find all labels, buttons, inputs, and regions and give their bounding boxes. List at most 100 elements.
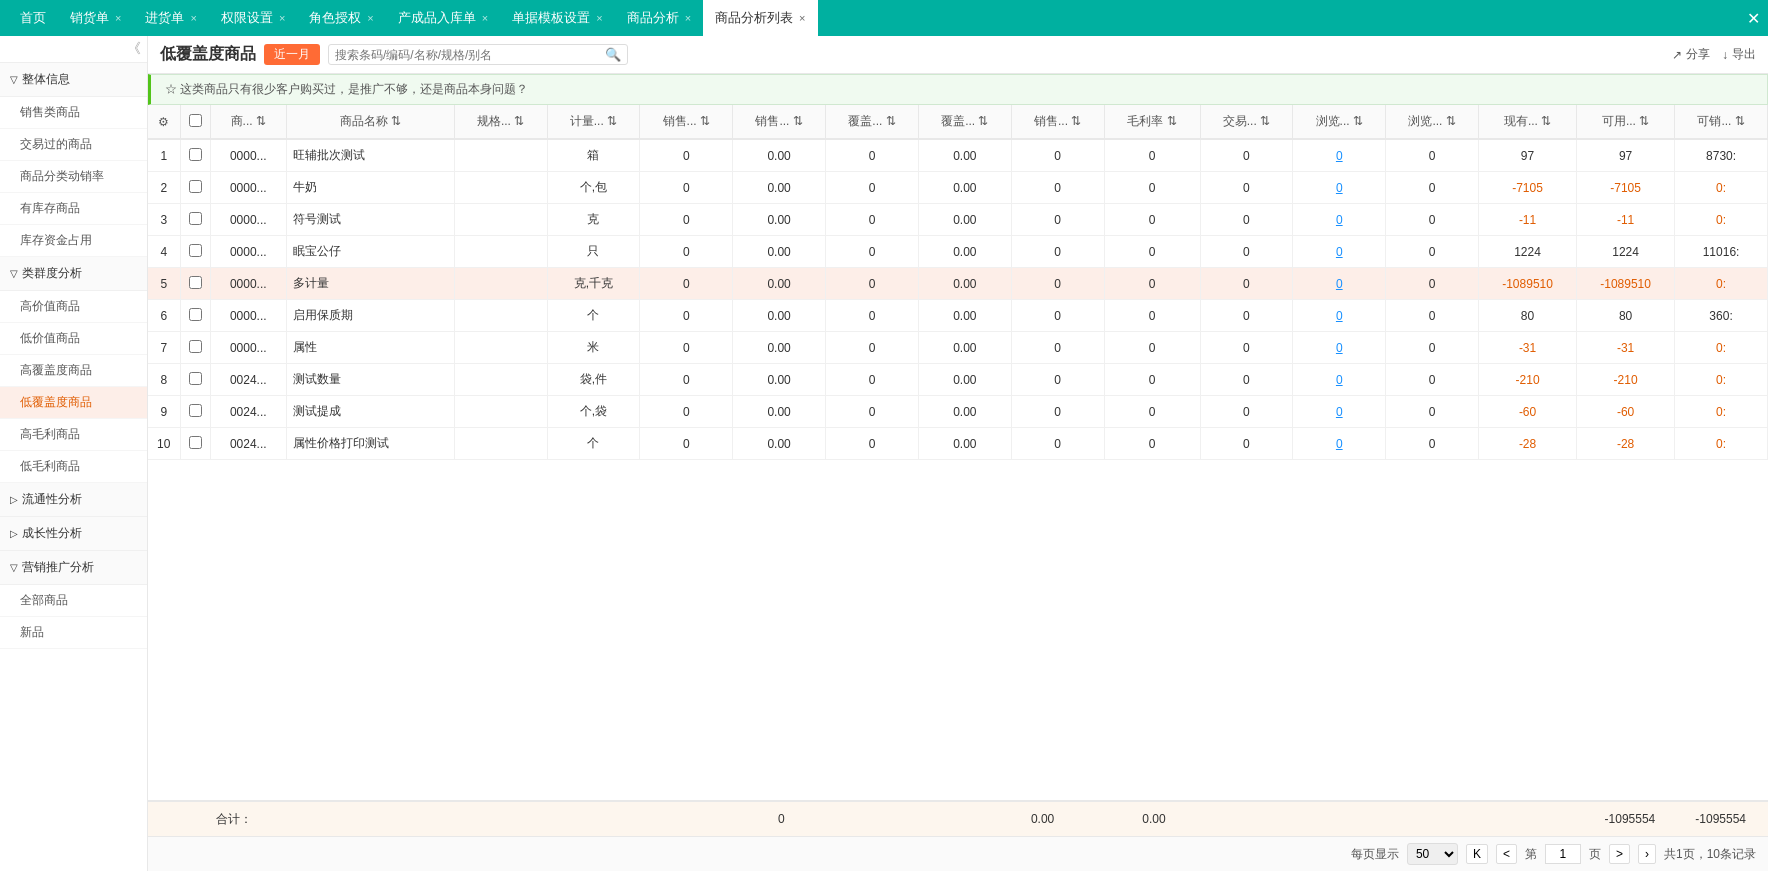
sidebar-item-high-margin[interactable]: 高毛利商品 bbox=[0, 419, 147, 451]
page-size-select[interactable]: 50 20 100 bbox=[1407, 843, 1458, 865]
nav-analysis-close[interactable]: × bbox=[685, 12, 691, 24]
sidebar-item-low-coverage[interactable]: 低覆盖度商品 bbox=[0, 387, 147, 419]
sidebar-section-overall[interactable]: ▽ 整体信息 bbox=[0, 63, 147, 97]
nav-permissions[interactable]: 权限设置 × bbox=[209, 0, 297, 36]
nav-analysis-list[interactable]: 商品分析列表 × bbox=[703, 0, 817, 36]
row-select-checkbox[interactable] bbox=[189, 276, 202, 289]
col-browse1[interactable]: 浏览... ⇅ bbox=[1293, 105, 1386, 139]
row-select-checkbox[interactable] bbox=[189, 212, 202, 225]
col-name[interactable]: 商品名称 ⇅ bbox=[286, 105, 454, 139]
row-checkbox[interactable] bbox=[180, 204, 210, 236]
select-all-checkbox[interactable] bbox=[189, 114, 202, 127]
nav-product-entry-close[interactable]: × bbox=[482, 12, 488, 24]
sidebar-item-inventory-capital[interactable]: 库存资金占用 bbox=[0, 225, 147, 257]
col-settings[interactable]: ⚙ bbox=[148, 105, 180, 139]
nav-purchase-close[interactable]: × bbox=[190, 12, 196, 24]
col-unit[interactable]: 计量... ⇅ bbox=[547, 105, 640, 139]
row-browse1[interactable]: 0 bbox=[1293, 300, 1386, 332]
row-checkbox[interactable] bbox=[180, 236, 210, 268]
nav-role-auth-close[interactable]: × bbox=[367, 12, 373, 24]
row-select-checkbox[interactable] bbox=[189, 148, 202, 161]
export-button[interactable]: ↓ 导出 bbox=[1722, 46, 1756, 63]
sidebar-item-all-goods[interactable]: 全部商品 bbox=[0, 585, 147, 617]
nav-sales-close[interactable]: × bbox=[115, 12, 121, 24]
col-available[interactable]: 可用... ⇅ bbox=[1577, 105, 1675, 139]
date-filter-button[interactable]: 近一月 bbox=[264, 44, 320, 65]
row-checkbox[interactable] bbox=[180, 396, 210, 428]
browse-link[interactable]: 0 bbox=[1336, 245, 1343, 259]
sidebar-item-new-goods[interactable]: 新品 bbox=[0, 617, 147, 649]
sidebar-section-cluster[interactable]: ▽ 类群度分析 bbox=[0, 257, 147, 291]
share-button[interactable]: ↗ 分享 bbox=[1672, 46, 1710, 63]
close-all-tabs[interactable]: ✕ bbox=[1747, 9, 1760, 28]
nav-template-settings[interactable]: 单据模板设置 × bbox=[500, 0, 614, 36]
row-select-checkbox[interactable] bbox=[189, 436, 202, 449]
nav-analysis-list-close[interactable]: × bbox=[799, 12, 805, 24]
col-sales-qty[interactable]: 销售... ⇅ bbox=[640, 105, 733, 139]
browse-link[interactable]: 0 bbox=[1336, 405, 1343, 419]
row-checkbox[interactable] bbox=[180, 139, 210, 172]
row-select-checkbox[interactable] bbox=[189, 308, 202, 321]
row-select-checkbox[interactable] bbox=[189, 244, 202, 257]
col-cover1[interactable]: 覆盖... ⇅ bbox=[826, 105, 919, 139]
browse-link[interactable]: 0 bbox=[1336, 373, 1343, 387]
nav-home[interactable]: 首页 bbox=[8, 0, 58, 36]
sidebar-item-low-value[interactable]: 低价值商品 bbox=[0, 323, 147, 355]
row-checkbox[interactable] bbox=[180, 364, 210, 396]
sidebar-item-low-margin[interactable]: 低毛利商品 bbox=[0, 451, 147, 483]
browse-link[interactable]: 0 bbox=[1336, 437, 1343, 451]
row-browse1[interactable]: 0 bbox=[1293, 268, 1386, 300]
table-container[interactable]: ⚙ 商... ⇅ 商品名称 ⇅ 规格... ⇅ 计量... ⇅ 销售... ⇅ … bbox=[148, 105, 1768, 800]
nav-sales[interactable]: 销货单 × bbox=[58, 0, 133, 36]
sidebar-section-growth[interactable]: ▷ 成长性分析 bbox=[0, 517, 147, 551]
browse-link[interactable]: 0 bbox=[1336, 341, 1343, 355]
col-browse2[interactable]: 浏览... ⇅ bbox=[1386, 105, 1479, 139]
sidebar-item-in-stock[interactable]: 有库存商品 bbox=[0, 193, 147, 225]
browse-link[interactable]: 0 bbox=[1336, 181, 1343, 195]
nav-template-close[interactable]: × bbox=[596, 12, 602, 24]
row-select-checkbox[interactable] bbox=[189, 404, 202, 417]
row-browse1[interactable]: 0 bbox=[1293, 236, 1386, 268]
browse-link[interactable]: 0 bbox=[1336, 277, 1343, 291]
nav-role-auth[interactable]: 角色授权 × bbox=[297, 0, 385, 36]
col-cover2[interactable]: 覆盖... ⇅ bbox=[918, 105, 1011, 139]
row-browse1[interactable]: 0 bbox=[1293, 428, 1386, 460]
col-spec[interactable]: 规格... ⇅ bbox=[454, 105, 547, 139]
last-page-btn[interactable]: › bbox=[1638, 844, 1656, 864]
nav-product-analysis[interactable]: 商品分析 × bbox=[615, 0, 703, 36]
row-checkbox[interactable] bbox=[180, 300, 210, 332]
sidebar-item-high-coverage[interactable]: 高覆盖度商品 bbox=[0, 355, 147, 387]
col-sales-amt[interactable]: 销售... ⇅ bbox=[733, 105, 826, 139]
browse-link[interactable]: 0 bbox=[1336, 149, 1343, 163]
prev-page-btn[interactable]: < bbox=[1496, 844, 1517, 864]
nav-permissions-close[interactable]: × bbox=[279, 12, 285, 24]
next-page-btn[interactable]: > bbox=[1609, 844, 1630, 864]
first-page-btn[interactable]: K bbox=[1466, 844, 1488, 864]
browse-link[interactable]: 0 bbox=[1336, 213, 1343, 227]
row-checkbox[interactable] bbox=[180, 172, 210, 204]
sidebar-item-high-value[interactable]: 高价值商品 bbox=[0, 291, 147, 323]
sidebar-item-category-turnover[interactable]: 商品分类动销率 bbox=[0, 161, 147, 193]
row-browse1[interactable]: 0 bbox=[1293, 332, 1386, 364]
col-code[interactable]: 商... ⇅ bbox=[210, 105, 286, 139]
sidebar-collapse-btn[interactable]: 《 bbox=[0, 36, 147, 63]
row-select-checkbox[interactable] bbox=[189, 372, 202, 385]
sidebar-section-marketing[interactable]: ▽ 营销推广分析 bbox=[0, 551, 147, 585]
sidebar-item-traded-goods[interactable]: 交易过的商品 bbox=[0, 129, 147, 161]
page-number-input[interactable] bbox=[1545, 844, 1581, 864]
row-browse1[interactable]: 0 bbox=[1293, 172, 1386, 204]
row-browse1[interactable]: 0 bbox=[1293, 396, 1386, 428]
nav-purchase[interactable]: 进货单 × bbox=[133, 0, 208, 36]
search-input[interactable] bbox=[335, 48, 605, 62]
row-browse1[interactable]: 0 bbox=[1293, 139, 1386, 172]
browse-link[interactable]: 0 bbox=[1336, 309, 1343, 323]
col-current[interactable]: 现有... ⇅ bbox=[1479, 105, 1577, 139]
col-sellable[interactable]: 可销... ⇅ bbox=[1675, 105, 1768, 139]
sidebar-item-sales-goods[interactable]: 销售类商品 bbox=[0, 97, 147, 129]
row-browse1[interactable]: 0 bbox=[1293, 364, 1386, 396]
col-gross[interactable]: 毛利率 ⇅ bbox=[1104, 105, 1200, 139]
col-trade[interactable]: 交易... ⇅ bbox=[1200, 105, 1293, 139]
row-select-checkbox[interactable] bbox=[189, 180, 202, 193]
row-checkbox[interactable] bbox=[180, 332, 210, 364]
sidebar-section-liquidity[interactable]: ▷ 流通性分析 bbox=[0, 483, 147, 517]
